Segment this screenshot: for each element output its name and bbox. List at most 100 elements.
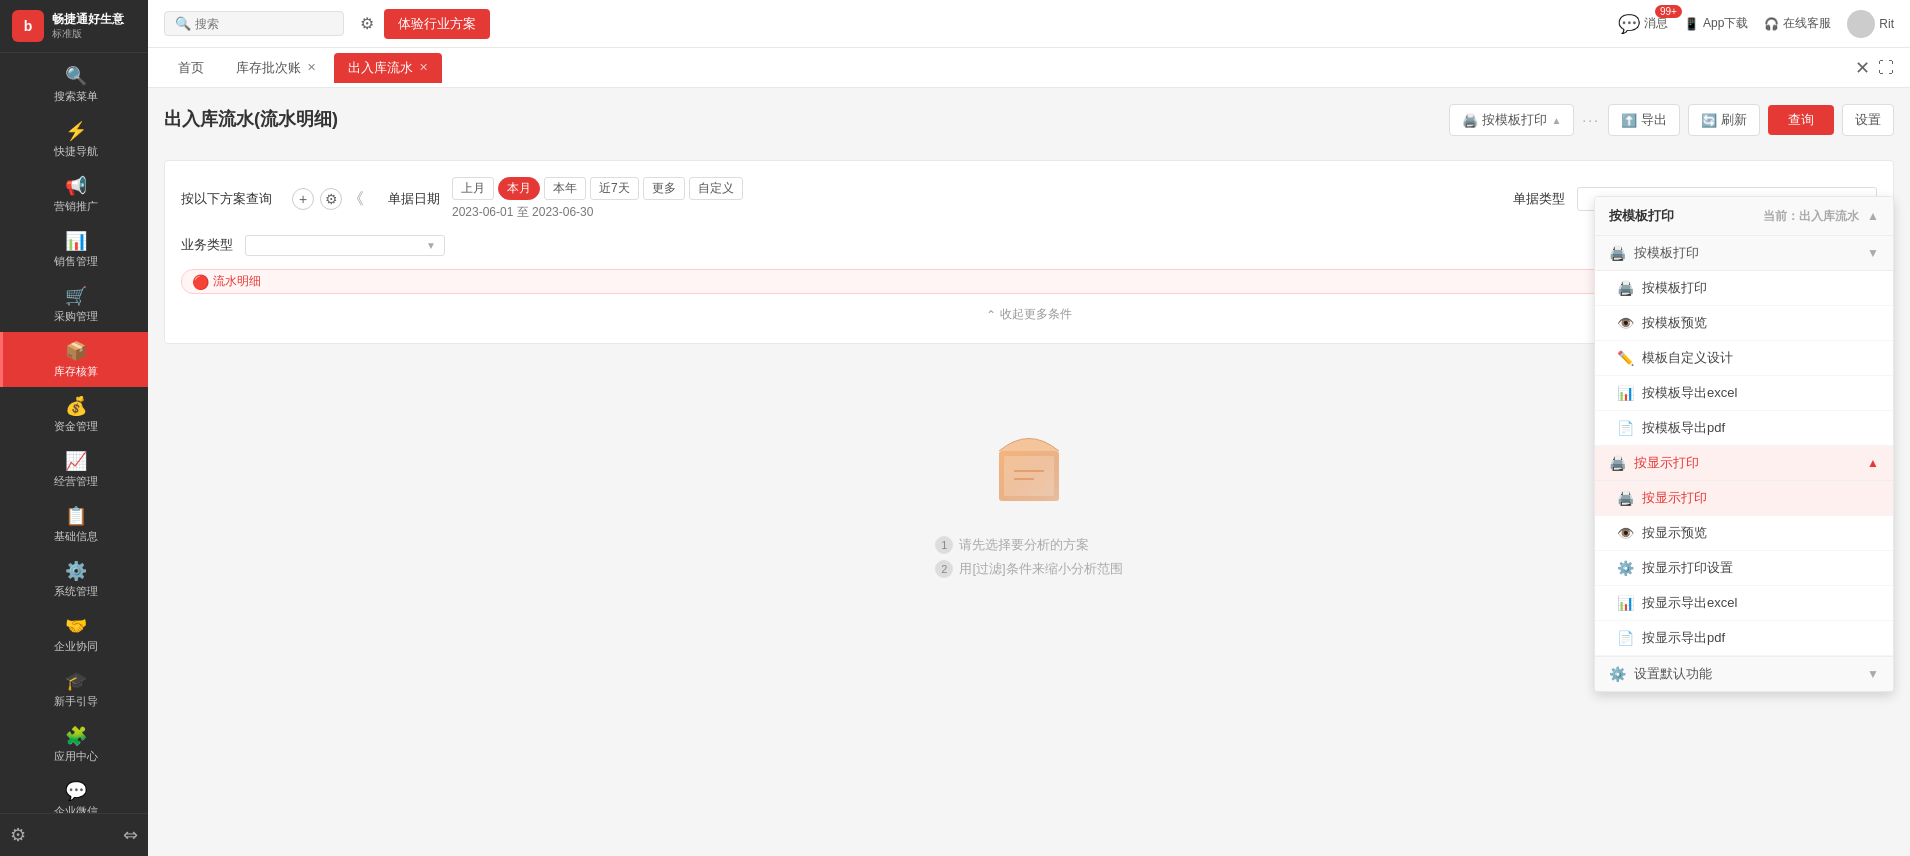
- industry-btn[interactable]: 体验行业方案: [384, 9, 490, 39]
- gear-icon[interactable]: ⚙: [360, 14, 374, 33]
- display-print-header[interactable]: 🖨️ 按显示打印 ▲: [1595, 446, 1893, 481]
- topbar-search[interactable]: 🔍: [164, 11, 344, 36]
- display-settings-item[interactable]: ⚙️ 按显示打印设置: [1595, 551, 1893, 586]
- system-icon: ⚙️: [65, 560, 87, 582]
- print-dropdown-panel: 按模板打印 当前：出入库流水 ▲ 🖨️ 按模板打印 ▼ 🖨️: [1594, 196, 1894, 692]
- tabs-bar: 首页库存批次账✕出入库流水✕ ✕ ⛶: [148, 48, 1910, 88]
- filter-settings-btn[interactable]: ⚙: [320, 188, 342, 210]
- svg-rect-1: [1004, 456, 1054, 496]
- empty-illustration: [979, 416, 1079, 516]
- finance-label: 资金管理: [54, 419, 98, 434]
- topbar: 🔍 ⚙ 体验行业方案 💬 消息 99+ 📱 App下载 🎧 在线客服 R: [148, 0, 1910, 48]
- template-excel-icon: 📊: [1617, 385, 1634, 401]
- date-btn-本年[interactable]: 本年: [544, 177, 586, 200]
- display-print-item-label: 按显示打印: [1642, 489, 1707, 507]
- search-input[interactable]: [195, 17, 325, 31]
- cooperation-icon: 🤝: [65, 615, 87, 637]
- filter-add-btn[interactable]: +: [292, 188, 314, 210]
- current-label: 当前：出入库流水: [1763, 208, 1859, 225]
- sidebar-nav: 🔍 搜索菜单 ⚡ 快捷导航 📢 营销推广 📊 销售管理 🛒 采购管理 📦 库存核…: [0, 53, 148, 813]
- sidebar-item-purchase[interactable]: 🛒 采购管理: [0, 277, 148, 332]
- search-icon: 🔍: [65, 65, 87, 87]
- customer-service-btn[interactable]: 🎧 在线客服: [1764, 15, 1831, 32]
- template-excel-label: 按模板导出excel: [1642, 384, 1737, 402]
- base-icon: 📋: [65, 505, 87, 527]
- export-btn[interactable]: ⬆️ 导出: [1608, 104, 1680, 136]
- close-tab-icon[interactable]: ✕: [1855, 57, 1870, 79]
- tab-label-home: 首页: [178, 59, 204, 77]
- sidebar-item-finance[interactable]: 💰 资金管理: [0, 387, 148, 442]
- sidebar-item-base[interactable]: 📋 基础信息: [0, 497, 148, 552]
- business-type-input[interactable]: ▼: [245, 235, 445, 256]
- tab-batch-account[interactable]: 库存批次账✕: [222, 53, 330, 83]
- query-btn[interactable]: 查询: [1768, 105, 1834, 135]
- expand-icon[interactable]: ⛶: [1878, 59, 1894, 77]
- mobile-icon: 📱: [1684, 17, 1699, 31]
- message-btn[interactable]: 💬 消息 99+: [1618, 13, 1668, 35]
- sidebar-item-app-center[interactable]: 🧩 应用中心: [0, 717, 148, 772]
- sidebar-item-enterprise-wechat[interactable]: 💬 企业微信: [0, 772, 148, 813]
- template-excel-item[interactable]: 📊 按模板导出excel: [1595, 376, 1893, 411]
- display-print-section: 🖨️ 按显示打印 ▲ 🖨️ 按显示打印 👁️ 按显示预览 ⚙️ 按显示打印设置: [1595, 446, 1893, 656]
- display-pdf-item[interactable]: 📄 按显示导出pdf: [1595, 621, 1893, 656]
- display-preview-item[interactable]: 👁️ 按显示预览: [1595, 516, 1893, 551]
- newbie-label: 新手引导: [54, 694, 98, 709]
- more-options-icon[interactable]: ···: [1582, 112, 1600, 128]
- app-download-btn[interactable]: 📱 App下载: [1684, 15, 1748, 32]
- sidebar-item-search[interactable]: 🔍 搜索菜单: [0, 57, 148, 112]
- operation-label: 经营管理: [54, 474, 98, 489]
- template-print-header[interactable]: 🖨️ 按模板打印 ▼: [1595, 236, 1893, 271]
- sales-icon: 📊: [65, 230, 87, 252]
- date-btn-近7天[interactable]: 近7天: [590, 177, 639, 200]
- user-menu[interactable]: Rit: [1847, 10, 1894, 38]
- sidebar-item-sales[interactable]: 📊 销售管理: [0, 222, 148, 277]
- template-print-item[interactable]: 🖨️ 按模板打印: [1595, 271, 1893, 306]
- print-dropdown-arrow[interactable]: ▲: [1551, 115, 1561, 126]
- sidebar-item-operation[interactable]: 📈 经营管理: [0, 442, 148, 497]
- template-custom-item[interactable]: ✏️ 模板自定义设计: [1595, 341, 1893, 376]
- date-buttons: 上月本月本年近7天更多自定义: [452, 177, 743, 200]
- search-icon: 🔍: [175, 16, 191, 31]
- collapse-btn[interactable]: ⌃ 收起更多条件: [986, 306, 1072, 323]
- display-print-label: 按显示打印: [1634, 454, 1699, 472]
- sidebar-item-cooperation[interactable]: 🤝 企业协同: [0, 607, 148, 662]
- display-print-item[interactable]: 🖨️ 按显示打印: [1595, 481, 1893, 516]
- tab-close-flow[interactable]: ✕: [419, 61, 428, 74]
- display-settings-icon: ⚙️: [1617, 560, 1634, 576]
- headset-icon: 🎧: [1764, 17, 1779, 31]
- date-btn-更多[interactable]: 更多: [643, 177, 685, 200]
- date-label: 单据日期: [388, 190, 440, 208]
- sidebar-item-quick-nav[interactable]: ⚡ 快捷导航: [0, 112, 148, 167]
- tab-home[interactable]: 首页: [164, 53, 218, 83]
- template-preview-icon: 👁️: [1617, 315, 1634, 331]
- tab-close-batch-account[interactable]: ✕: [307, 61, 316, 74]
- sidebar-item-system[interactable]: ⚙️ 系统管理: [0, 552, 148, 607]
- template-print-item-label: 按模板打印: [1642, 279, 1707, 297]
- date-btn-自定义[interactable]: 自定义: [689, 177, 743, 200]
- date-btn-本月[interactable]: 本月: [498, 177, 540, 200]
- template-pdf-icon: 📄: [1617, 420, 1634, 436]
- message-icon: 💬: [1618, 13, 1640, 35]
- sidebar-item-inventory[interactable]: 📦 库存核算: [0, 332, 148, 387]
- date-btn-上月[interactable]: 上月: [452, 177, 494, 200]
- template-print-item-icon: 🖨️: [1617, 280, 1634, 296]
- template-print-section: 🖨️ 按模板打印 ▼ 🖨️ 按模板打印 👁️ 按模板预览 ✏️ 模板自定义设计: [1595, 236, 1893, 446]
- print-btn[interactable]: 🖨️ 按模板打印 ▲: [1449, 104, 1574, 136]
- dropdown-footer[interactable]: ⚙️ 设置默认功能 ▼: [1595, 656, 1893, 691]
- settings-btn[interactable]: 设置: [1842, 104, 1894, 136]
- sidebar-item-marketing[interactable]: 📢 营销推广: [0, 167, 148, 222]
- display-excel-item[interactable]: 📊 按显示导出excel: [1595, 586, 1893, 621]
- display-print-item-icon: 🖨️: [1617, 490, 1634, 506]
- template-pdf-item[interactable]: 📄 按模板导出pdf: [1595, 411, 1893, 446]
- inventory-icon: 📦: [65, 340, 87, 362]
- display-settings-label: 按显示打印设置: [1642, 559, 1733, 577]
- filter-collapse-icon[interactable]: 《: [348, 189, 364, 210]
- collapse-sidebar-icon[interactable]: ⇔: [123, 824, 138, 846]
- template-preview-item[interactable]: 👁️ 按模板预览: [1595, 306, 1893, 341]
- refresh-btn[interactable]: 🔄 刷新: [1688, 104, 1760, 136]
- dropdown-up-arrow[interactable]: ▲: [1867, 209, 1879, 223]
- content-area: 出入库流水(流水明细) 🖨️ 按模板打印 ▲ ··· ⬆️ 导出 🔄 刷新 查询…: [148, 88, 1910, 856]
- settings-icon[interactable]: ⚙: [10, 824, 26, 846]
- tab-flow[interactable]: 出入库流水✕: [334, 53, 442, 83]
- sidebar-item-newbie[interactable]: 🎓 新手引导: [0, 662, 148, 717]
